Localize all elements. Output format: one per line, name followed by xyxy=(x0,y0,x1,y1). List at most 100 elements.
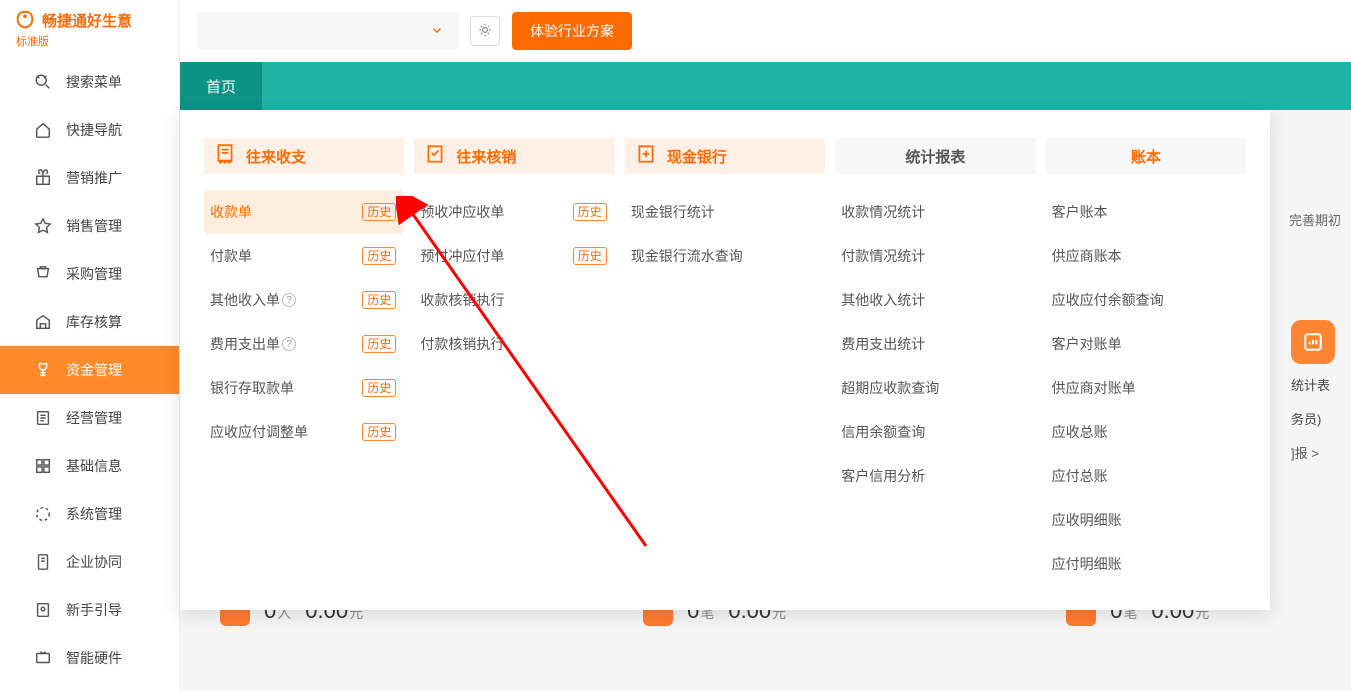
menu-supplier-statement[interactable]: 供应商对账单 xyxy=(1046,366,1246,410)
menu-credit-analysis[interactable]: 客户信用分析 xyxy=(835,454,1035,498)
mega-col-header: 账本 xyxy=(1046,138,1246,174)
grid-icon xyxy=(34,457,52,475)
history-badge[interactable]: 历史 xyxy=(362,247,396,265)
menu-bank-transfer[interactable]: 银行存取款单历史 xyxy=(204,366,404,410)
sidebar-item-purchase[interactable]: 采购管理 xyxy=(0,250,179,298)
mega-col-reports: 统计报表 收款情况统计 付款情况统计 其他收入统计 费用支出统计 超期应收款查询… xyxy=(835,138,1035,582)
report-icon[interactable] xyxy=(1291,320,1335,364)
help-icon[interactable]: ? xyxy=(282,337,296,351)
warehouse-icon xyxy=(34,313,52,331)
menu-other-income-stats[interactable]: 其他收入统计 xyxy=(835,278,1035,322)
sidebar-item-funds[interactable]: 资金管理 xyxy=(0,346,179,394)
menu-ar-ap-adjust[interactable]: 应收应付调整单历史 xyxy=(204,410,404,454)
brand-area: 畅捷通好生意 标准版 xyxy=(0,0,179,58)
mega-col-header: 往来收支 xyxy=(204,138,404,174)
menu-payment[interactable]: 付款单历史 xyxy=(204,234,404,278)
sidebar-item-label: 搜索菜单 xyxy=(66,72,122,92)
settings-button[interactable] xyxy=(470,16,500,46)
sidebar-item-label: 销售管理 xyxy=(66,216,122,236)
tab-home[interactable]: 首页 xyxy=(180,62,262,110)
sidebar-item-system[interactable]: 系统管理 xyxy=(0,490,179,538)
sidebar-item-label: 库存核算 xyxy=(66,312,122,332)
sidebar-nav: 搜索菜单 快捷导航 营销推广 销售管理 采购管理 库存核算 资金管理 经营管理 … xyxy=(0,58,179,682)
menu-supplier-ledger[interactable]: 供应商账本 xyxy=(1046,234,1246,278)
menu-receipt-writeoff[interactable]: 收款核销执行 xyxy=(414,278,614,322)
bank-icon xyxy=(635,143,657,169)
menu-customer-statement[interactable]: 客户对账单 xyxy=(1046,322,1246,366)
sidebar-item-operation[interactable]: 经营管理 xyxy=(0,394,179,442)
sidebar-item-label: 企业协同 xyxy=(66,552,122,572)
help-icon[interactable]: ? xyxy=(282,293,296,307)
history-badge[interactable]: 历史 xyxy=(362,203,396,221)
sidebar-item-newbie[interactable]: 新手引导 xyxy=(0,586,179,634)
tabstrip: 首页 xyxy=(180,62,1351,110)
menu-overdue-ar[interactable]: 超期应收款查询 xyxy=(835,366,1035,410)
chevron-down-icon xyxy=(430,23,444,40)
history-badge[interactable]: 历史 xyxy=(573,247,607,265)
menu-payment-writeoff[interactable]: 付款核销执行 xyxy=(414,322,614,366)
tv-icon xyxy=(34,649,52,667)
home-icon xyxy=(34,121,52,139)
sidebar-item-collab[interactable]: 企业协同 xyxy=(0,538,179,586)
sidebar-item-label: 新手引导 xyxy=(66,600,122,620)
menu-ar-ap-balance[interactable]: 应收应付余额查询 xyxy=(1046,278,1246,322)
menu-prereceipt-offset[interactable]: 预收冲应收单历史 xyxy=(414,190,614,234)
gift-icon xyxy=(34,169,52,187)
sidebar-item-label: 营销推广 xyxy=(66,168,122,188)
check-doc-icon xyxy=(424,143,446,169)
menu-ar-detail[interactable]: 应收明细账 xyxy=(1046,498,1246,542)
widget-link[interactable]: ]报 > xyxy=(1291,443,1341,462)
menu-payment-stats[interactable]: 付款情况统计 xyxy=(835,234,1035,278)
brand-logo-icon xyxy=(14,9,36,31)
gear-icon xyxy=(477,22,493,41)
menu-prepay-offset[interactable]: 预付冲应付单历史 xyxy=(414,234,614,278)
history-badge[interactable]: 历史 xyxy=(573,203,607,221)
menu-other-income[interactable]: 其他收入单?历史 xyxy=(204,278,404,322)
clipboard-icon xyxy=(34,409,52,427)
cart-icon xyxy=(34,265,52,283)
mega-col-ledger: 账本 客户账本 供应商账本 应收应付余额查询 客户对账单 供应商对账单 应收总账… xyxy=(1046,138,1246,582)
menu-expense-stats[interactable]: 费用支出统计 xyxy=(835,322,1035,366)
sidebar-item-quicknav[interactable]: 快捷导航 xyxy=(0,106,179,154)
sidebar-item-label: 快捷导航 xyxy=(66,120,122,140)
history-badge[interactable]: 历史 xyxy=(362,335,396,353)
sidebar-item-inventory[interactable]: 库存核算 xyxy=(0,298,179,346)
history-badge[interactable]: 历史 xyxy=(362,423,396,441)
menu-ap-general[interactable]: 应付总账 xyxy=(1046,454,1246,498)
mega-col-header: 统计报表 xyxy=(835,138,1035,174)
hint-complete-initial[interactable]: 完善期初 xyxy=(1289,210,1341,229)
sidebar: 畅捷通好生意 标准版 搜索菜单 快捷导航 营销推广 销售管理 采购管理 库存核算… xyxy=(0,0,180,691)
funds-mega-menu: 往来收支 收款单历史 付款单历史 其他收入单?历史 费用支出单?历史 银行存取款… xyxy=(180,110,1270,610)
sidebar-item-search[interactable]: 搜索菜单 xyxy=(0,58,179,106)
sales-icon xyxy=(34,217,52,235)
brand-name: 畅捷通好生意 xyxy=(42,10,132,31)
sidebar-item-sales[interactable]: 销售管理 xyxy=(0,202,179,250)
money-icon xyxy=(34,361,52,379)
history-badge[interactable]: 历史 xyxy=(362,291,396,309)
menu-credit-balance[interactable]: 信用余额查询 xyxy=(835,410,1035,454)
menu-ar-general[interactable]: 应收总账 xyxy=(1046,410,1246,454)
sidebar-item-label: 智能硬件 xyxy=(66,648,122,668)
org-dropdown[interactable] xyxy=(198,12,458,50)
menu-receipt-stats[interactable]: 收款情况统计 xyxy=(835,190,1035,234)
sidebar-item-label: 经营管理 xyxy=(66,408,122,428)
mega-col-writeoff: 往来核销 预收冲应收单历史 预付冲应付单历史 收款核销执行 付款核销执行 xyxy=(414,138,614,582)
mega-col-cashbank: 现金银行 现金银行统计 现金银行流水查询 xyxy=(625,138,825,582)
menu-customer-ledger[interactable]: 客户账本 xyxy=(1046,190,1246,234)
menu-cashbank-stats[interactable]: 现金银行统计 xyxy=(625,190,825,234)
industry-plan-button[interactable]: 体验行业方案 xyxy=(512,12,632,50)
sidebar-item-label: 系统管理 xyxy=(66,504,122,524)
menu-cashbank-flow[interactable]: 现金银行流水查询 xyxy=(625,234,825,278)
menu-ap-detail[interactable]: 应付明细账 xyxy=(1046,542,1246,586)
sidebar-item-basicinfo[interactable]: 基础信息 xyxy=(0,442,179,490)
loader-icon xyxy=(34,505,52,523)
topbar: 体验行业方案 xyxy=(180,0,1351,62)
receipt-icon xyxy=(214,143,236,169)
menu-receipt[interactable]: 收款单历史 xyxy=(204,190,404,234)
sidebar-item-marketing[interactable]: 营销推广 xyxy=(0,154,179,202)
mega-col-header: 往来核销 xyxy=(414,138,614,174)
sidebar-item-hardware[interactable]: 智能硬件 xyxy=(0,634,179,682)
menu-expense[interactable]: 费用支出单?历史 xyxy=(204,322,404,366)
history-badge[interactable]: 历史 xyxy=(362,379,396,397)
side-widget: 统计表 务员) ]报 > xyxy=(1291,320,1341,462)
